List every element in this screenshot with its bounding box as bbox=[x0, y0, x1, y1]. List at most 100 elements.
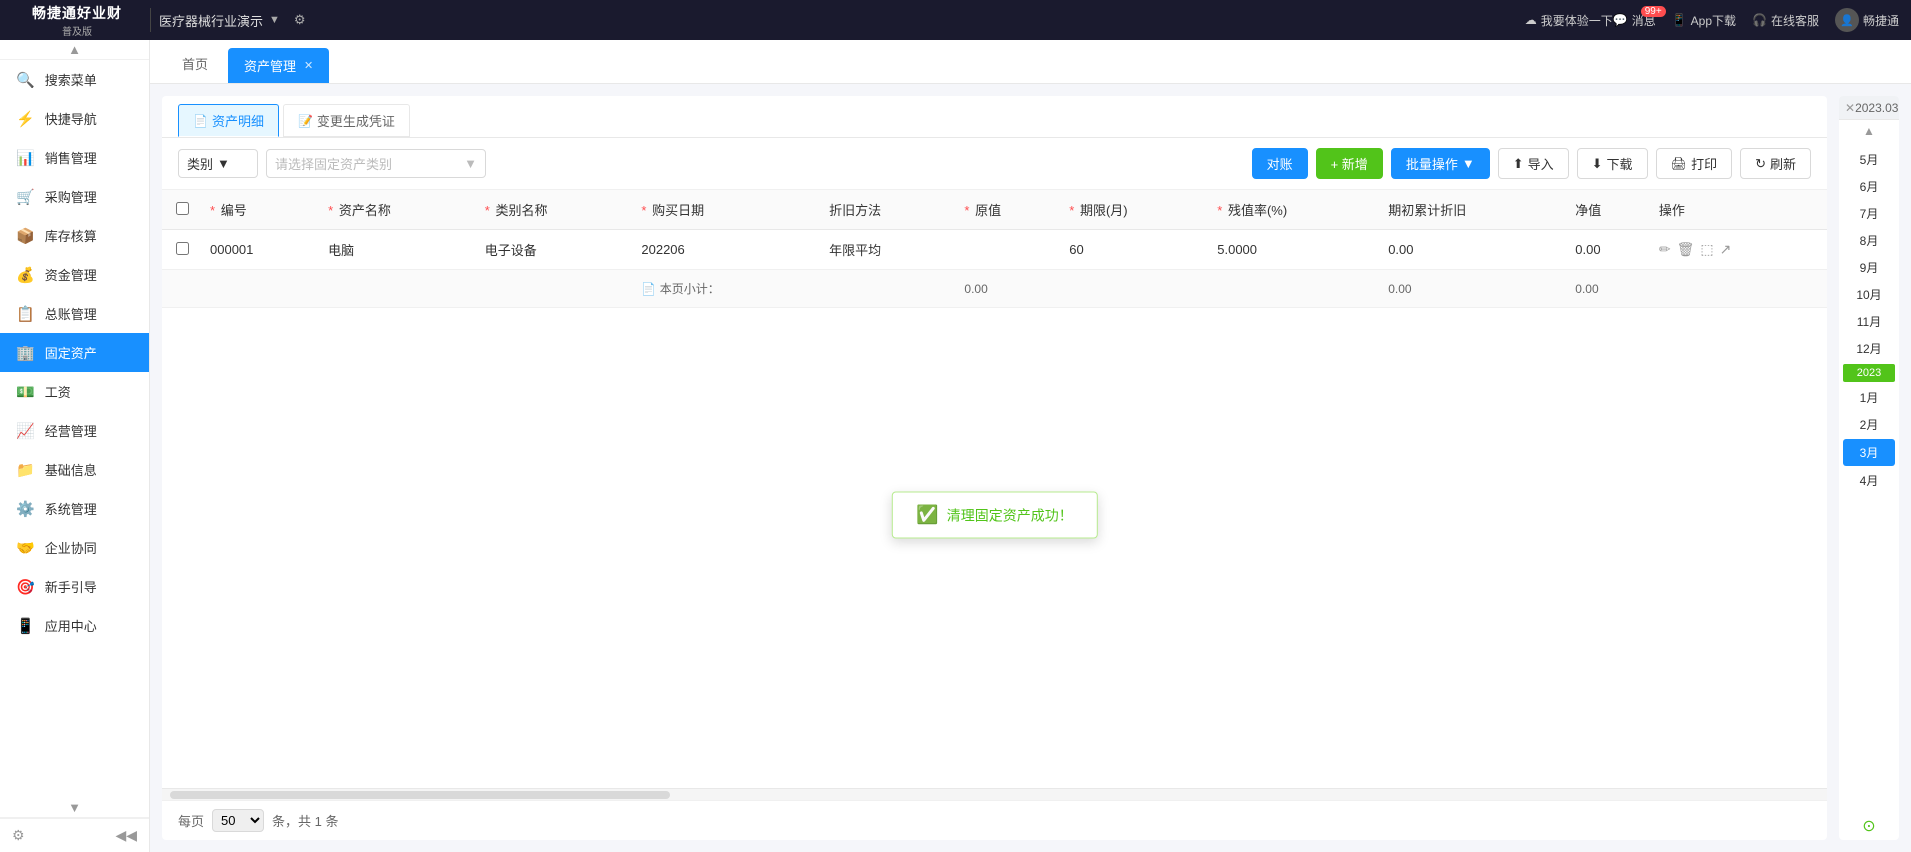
company-selector[interactable]: 医疗器械行业演示 ▼ ⚙ bbox=[159, 11, 1509, 30]
download-button[interactable]: ⬇ 下载 bbox=[1577, 148, 1648, 179]
scrollbar-thumb[interactable] bbox=[170, 791, 670, 799]
sidebar-item-search[interactable]: 🔍 搜索菜单 bbox=[0, 60, 149, 99]
sidebar-collapse-icon[interactable]: ◀◀ bbox=[115, 827, 137, 844]
td-net-value: 0.00 bbox=[1567, 230, 1651, 270]
sub-tab-change-voucher[interactable]: 📝 变更生成凭证 bbox=[283, 104, 410, 137]
refresh-icon: ↻ bbox=[1755, 156, 1766, 172]
experience-button[interactable]: ☁ 我要体验一下 bbox=[1525, 12, 1613, 29]
sidebar-item-label: 工资 bbox=[45, 382, 71, 401]
reconcile-button[interactable]: 对账 bbox=[1252, 148, 1308, 179]
quick-nav-icon: ⚡ bbox=[16, 110, 35, 128]
delete-icon[interactable]: 🗑 bbox=[1677, 241, 1695, 258]
edit-icon[interactable]: ✏ bbox=[1659, 241, 1671, 258]
horizontal-scrollbar[interactable] bbox=[162, 788, 1827, 800]
import-button[interactable]: ⬆ 导入 bbox=[1498, 148, 1569, 179]
new-button[interactable]: + 新增 bbox=[1316, 148, 1383, 179]
sidebar-item-basic-info[interactable]: 📁 基础信息 bbox=[0, 450, 149, 489]
calendar-month-6[interactable]: 6月 bbox=[1839, 173, 1899, 200]
tab-asset-mgmt[interactable]: 资产管理 ✕ bbox=[228, 48, 329, 83]
company-settings-icon[interactable]: ⚙ bbox=[294, 12, 306, 28]
tab-home[interactable]: 首页 bbox=[166, 46, 224, 83]
import-icon: ⬆ bbox=[1513, 156, 1524, 172]
sidebar-settings-icon[interactable]: ⚙ bbox=[12, 827, 25, 844]
sidebar-item-inventory[interactable]: 📦 库存核算 bbox=[0, 216, 149, 255]
th-purchase-date-label: 购买日期 bbox=[652, 203, 704, 218]
sidebar-scroll-down[interactable]: ▼ bbox=[0, 798, 149, 818]
experience-text: 我要体验一下 bbox=[1541, 12, 1613, 29]
td-initial-depreciation: 0.00 bbox=[1380, 230, 1567, 270]
right-panel-close-icon[interactable]: ✕ bbox=[1845, 101, 1855, 115]
print-button[interactable]: 🖨 打印 bbox=[1656, 148, 1733, 179]
calendar-month-5[interactable]: 5月 bbox=[1839, 146, 1899, 173]
user-profile[interactable]: 👤 畅捷通 bbox=[1835, 8, 1899, 32]
sidebar-item-fixed-assets[interactable]: 🏢 固定资产 bbox=[0, 333, 149, 372]
th-name-label: 资产名称 bbox=[339, 203, 391, 218]
td-original-value bbox=[956, 230, 1061, 270]
calendar-month-3-current[interactable]: 3月 bbox=[1843, 439, 1895, 466]
sidebar-item-label: 快捷导航 bbox=[45, 109, 97, 128]
sidebar-item-system[interactable]: ⚙️ 系统管理 bbox=[0, 489, 149, 528]
app-download-button[interactable]: 📱 App下载 bbox=[1672, 12, 1736, 29]
sidebar-item-label: 经营管理 bbox=[45, 421, 97, 440]
sidebar-item-sales[interactable]: 📊 销售管理 bbox=[0, 138, 149, 177]
success-check-icon: ✅ bbox=[916, 505, 938, 526]
logo-main-text: 畅捷通好业财 bbox=[32, 3, 122, 23]
calendar-month-4[interactable]: 4月 bbox=[1839, 467, 1899, 494]
sidebar-item-app-center[interactable]: 📱 应用中心 bbox=[0, 606, 149, 645]
message-badge: 99+ bbox=[1641, 6, 1666, 17]
th-initial-depreciation: 期初累计折旧 bbox=[1380, 190, 1567, 230]
page-size-select[interactable]: 50 100 200 bbox=[212, 809, 264, 832]
right-panel-expand-icon[interactable]: ⤢ bbox=[1898, 100, 1899, 115]
asset-table: * 编号 * 资产名称 * 类别名称 bbox=[162, 190, 1827, 308]
panel-scroll-down-icon[interactable]: ⊙ bbox=[1839, 812, 1899, 840]
messages-button[interactable]: 💬 消息 99+ bbox=[1613, 12, 1656, 29]
sidebar-item-quick-nav[interactable]: ⚡ 快捷导航 bbox=[0, 99, 149, 138]
sidebar-item-operations[interactable]: 📈 经营管理 bbox=[0, 411, 149, 450]
filter-category[interactable]: 类别 ▼ bbox=[178, 149, 258, 178]
calendar-month-1[interactable]: 1月 bbox=[1839, 384, 1899, 411]
refresh-button[interactable]: ↻ 刷新 bbox=[1740, 148, 1811, 179]
sub-tab-change-voucher-label: 变更生成凭证 bbox=[317, 111, 395, 130]
sidebar-scroll-up[interactable]: ▲ bbox=[0, 40, 149, 60]
sidebar-item-salary[interactable]: 💵 工资 bbox=[0, 372, 149, 411]
row-checkbox[interactable] bbox=[176, 242, 189, 255]
panel-scroll-top[interactable]: ▲ bbox=[1839, 120, 1899, 142]
td-subtotal-empty7 bbox=[1209, 270, 1380, 308]
sidebar-item-enterprise[interactable]: 🤝 企业协同 bbox=[0, 528, 149, 567]
select-all-checkbox[interactable] bbox=[176, 202, 189, 215]
tab-close-icon[interactable]: ✕ bbox=[304, 59, 313, 72]
sidebar-item-newbie[interactable]: 🎯 新手引导 bbox=[0, 567, 149, 606]
copy-icon[interactable]: ⬚ bbox=[1700, 241, 1713, 258]
system-icon: ⚙️ bbox=[16, 500, 35, 518]
toolbar-right: 对账 + 新增 批量操作 ▼ ⬆ 导入 bbox=[1252, 148, 1811, 179]
online-service-button[interactable]: 🎧 在线客服 bbox=[1752, 12, 1819, 29]
sidebar-item-finance[interactable]: 💰 资金管理 bbox=[0, 255, 149, 294]
headset-icon: 🎧 bbox=[1752, 13, 1767, 27]
th-category-label: 类别名称 bbox=[495, 203, 547, 218]
sidebar-item-purchase[interactable]: 🛒 采购管理 bbox=[0, 177, 149, 216]
calendar-month-9[interactable]: 9月 bbox=[1839, 254, 1899, 281]
message-icon: 💬 bbox=[1613, 13, 1628, 27]
toolbar-left: 类别 ▼ 请选择固定资产类别 ▼ bbox=[178, 149, 486, 178]
td-subtotal-empty8 bbox=[1651, 270, 1827, 308]
calendar-month-8[interactable]: 8月 bbox=[1839, 227, 1899, 254]
td-subtotal-original-value: 0.00 bbox=[956, 270, 1061, 308]
toolbar: 类别 ▼ 请选择固定资产类别 ▼ 对账 + 新增 bbox=[162, 138, 1827, 190]
calendar-month-11[interactable]: 11月 bbox=[1839, 308, 1899, 335]
td-subtotal-label: 📄 本页小计： bbox=[633, 270, 821, 308]
filter-category-value[interactable]: 请选择固定资产类别 ▼ bbox=[266, 149, 486, 178]
sidebar-item-ledger[interactable]: 📋 总账管理 bbox=[0, 294, 149, 333]
newbie-icon: 🎯 bbox=[16, 578, 35, 596]
more-icon[interactable]: ↗ bbox=[1720, 241, 1732, 258]
calendar-month-2[interactable]: 2月 bbox=[1839, 411, 1899, 438]
calendar-month-12[interactable]: 12月 bbox=[1839, 335, 1899, 362]
calendar-month-10[interactable]: 10月 bbox=[1839, 281, 1899, 308]
per-page-label: 每页 bbox=[178, 811, 204, 830]
topbar: 畅捷通好业财 普及版 医疗器械行业演示 ▼ ⚙ ☁ 我要体验一下 💬 消息 99… bbox=[0, 0, 1911, 40]
calendar-month-7[interactable]: 7月 bbox=[1839, 200, 1899, 227]
tab-home-label: 首页 bbox=[182, 54, 208, 73]
sidebar-item-label: 企业协同 bbox=[45, 538, 97, 557]
batch-ops-button[interactable]: 批量操作 ▼ bbox=[1391, 148, 1490, 179]
th-original-value: * 原值 bbox=[956, 190, 1061, 230]
sub-tab-asset-detail[interactable]: 📄 资产明细 bbox=[178, 104, 279, 137]
